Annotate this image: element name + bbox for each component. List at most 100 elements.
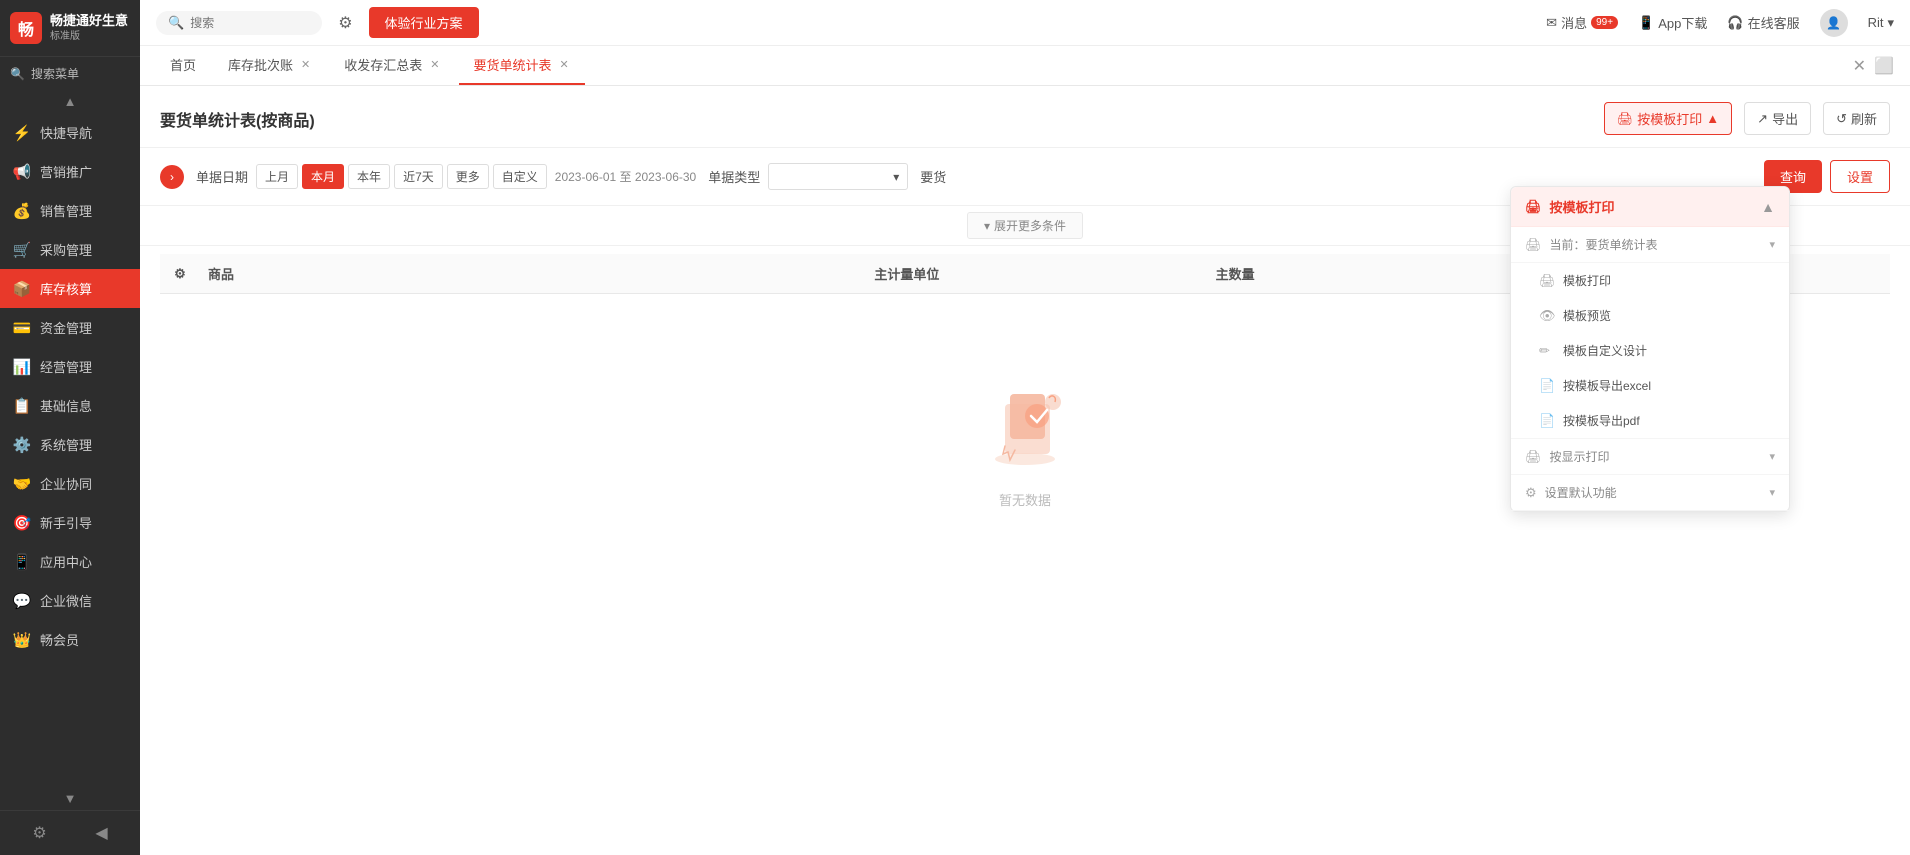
sidebar-item-label: 销售管理	[40, 201, 92, 220]
tab-order-stats-label: 要货单统计表	[473, 55, 551, 74]
template-print-item[interactable]: 🖨 模板打印	[1511, 263, 1789, 298]
username-text: Rit	[1868, 15, 1884, 30]
page-header: 要货单统计表(按商品) 🖨 按模板打印 ▲ ↗ 导出 ↺ 刷新	[140, 86, 1910, 148]
avatar[interactable]: 👤	[1820, 9, 1848, 37]
sidebar-bottom: ⚙ ◀	[0, 810, 140, 855]
print-icon: 🖨	[1525, 199, 1542, 215]
chevron-up-icon: ▲	[1706, 111, 1719, 126]
system-icon: ⚙️	[12, 436, 32, 454]
setup-button[interactable]: 设置	[1830, 160, 1890, 193]
app-download-button[interactable]: 📱 App下载	[1638, 13, 1707, 32]
sidebar-item-label: 企业协同	[40, 474, 92, 493]
sidebar-item-marketing[interactable]: 📢 营销推广	[0, 152, 140, 191]
tab-order-stats[interactable]: 要货单统计表 ✕	[459, 46, 584, 85]
app-download-label: App下载	[1658, 13, 1707, 32]
window-maximize-button[interactable]: ⬜	[1874, 56, 1894, 76]
online-service-button[interactable]: 🎧 在线客服	[1727, 13, 1799, 32]
topbar-settings-icon[interactable]: ⚙	[334, 9, 356, 37]
avatar-icon: 👤	[1826, 16, 1841, 30]
tab-order-stats-close[interactable]: ✕	[558, 57, 571, 72]
template-design-item[interactable]: ✏ 模板自定义设计	[1511, 333, 1789, 368]
template-preview-item[interactable]: 👁 模板预览	[1511, 298, 1789, 333]
sidebar-item-label: 快捷导航	[40, 123, 92, 142]
topbar-search-box[interactable]: 🔍	[156, 11, 322, 35]
sidebar-item-guide[interactable]: 🎯 新手引导	[0, 503, 140, 542]
sidebar-item-system[interactable]: ⚙️ 系统管理	[0, 425, 140, 464]
search-input[interactable]	[190, 16, 310, 30]
sidebar-item-finance[interactable]: 💳 资金管理	[0, 308, 140, 347]
dropdown-close-button[interactable]: ▲	[1761, 199, 1775, 215]
chevron-down-icon: ▾	[893, 170, 899, 184]
window-close-button[interactable]: ✕	[1853, 56, 1866, 76]
excel-icon: 📄	[1539, 378, 1555, 394]
chevron-down-icon: ▾	[984, 219, 990, 233]
more-date-button[interactable]: 更多	[447, 164, 489, 189]
current-template-label: 当前：要货单统计表	[1550, 236, 1658, 253]
sidebar-settings-button[interactable]: ⚙	[24, 819, 54, 847]
sidebar-item-quick-nav[interactable]: ⚡ 快捷导航	[0, 113, 140, 152]
default-func-button[interactable]: ⚙ 设置默认功能 ▾	[1511, 475, 1789, 510]
sidebar-collapse-button[interactable]: ◀	[87, 819, 115, 847]
quick-nav-icon: ⚡	[12, 124, 32, 142]
enterprise-icon: 🤝	[12, 475, 32, 493]
export-button[interactable]: ↗ 导出	[1744, 102, 1811, 135]
template-export-pdf-item[interactable]: 📄 按模板导出pdf	[1511, 403, 1789, 438]
tab-home[interactable]: 首页	[156, 46, 210, 85]
current-month-button[interactable]: 本月	[302, 164, 344, 189]
sidebar-item-sales[interactable]: 💰 销售管理	[0, 191, 140, 230]
edit-icon: ✏	[1539, 343, 1555, 359]
template-print-label: 模板打印	[1563, 272, 1611, 289]
sidebar-item-member[interactable]: 👑 畅会员	[0, 620, 140, 659]
settings-icon: ⚙	[1525, 485, 1537, 501]
custom-date-button[interactable]: 自定义	[493, 164, 547, 189]
content-area: 要货单统计表(按商品) 🖨 按模板打印 ▲ ↗ 导出 ↺ 刷新	[140, 86, 1910, 855]
type-select-dropdown[interactable]: ▾	[768, 163, 908, 190]
guide-icon: 🎯	[12, 514, 32, 532]
sidebar-item-basic[interactable]: 📋 基础信息	[0, 386, 140, 425]
tab-batch-account[interactable]: 库存批次账 ✕	[214, 46, 326, 85]
expand-more-button[interactable]: ▾ 展开更多条件	[967, 212, 1083, 239]
sidebar-item-appstore[interactable]: 📱 应用中心	[0, 542, 140, 581]
tab-receipt-summary-close[interactable]: ✕	[428, 57, 441, 72]
this-year-button[interactable]: 本年	[348, 164, 390, 189]
th-settings[interactable]: ⚙	[160, 266, 200, 282]
last-7-days-button[interactable]: 近7天	[394, 164, 443, 189]
sidebar-item-label: 企业微信	[40, 591, 92, 610]
print-btn-label: 按模板打印	[1637, 109, 1702, 128]
page-title: 要货单统计表(按商品)	[160, 107, 315, 131]
sidebar-item-inventory[interactable]: 📦 库存核算	[0, 269, 140, 308]
print-template-button[interactable]: 🖨 按模板打印 ▲	[1604, 102, 1732, 135]
tab-batch-account-close[interactable]: ✕	[299, 57, 312, 72]
headset-icon: 🎧	[1727, 15, 1743, 31]
refresh-button[interactable]: ↺ 刷新	[1823, 102, 1890, 135]
inventory-icon: 📦	[12, 280, 32, 298]
sidebar-item-purchase[interactable]: 🛒 采购管理	[0, 230, 140, 269]
app-logo-icon: 畅	[10, 12, 42, 44]
current-template-button[interactable]: 🖨 当前：要货单统计表 ▾	[1511, 227, 1789, 262]
appstore-icon: 📱	[12, 553, 32, 571]
app-logo-text: 畅捷通好生意 标准版	[50, 12, 128, 44]
date-buttons: 上月 本月 本年 近7天 更多 自定义	[256, 164, 547, 189]
sidebar-item-wechat[interactable]: 💬 企业微信	[0, 581, 140, 620]
last-month-button[interactable]: 上月	[256, 164, 298, 189]
sidebar-scroll-up[interactable]: ▲	[0, 90, 140, 113]
print-dropdown-menu: 🖨 按模板打印 ▲ 🖨 当前：要货单统计表 ▾ 🖨	[1510, 186, 1790, 512]
app-title: 畅捷通好生意	[50, 12, 128, 30]
sidebar-item-operation[interactable]: 📊 经营管理	[0, 347, 140, 386]
date-filter: 单据日期 上月 本月 本年 近7天 更多 自定义 2023-06-01 至 20…	[196, 164, 696, 189]
filter-expand-button[interactable]: ›	[160, 165, 184, 189]
sidebar-scroll-down[interactable]: ▼	[0, 787, 140, 810]
industry-solution-button[interactable]: 体验行业方案	[369, 7, 479, 38]
display-print-button[interactable]: 🖨 按显示打印 ▾	[1511, 439, 1789, 474]
sidebar-item-label: 库存核算	[40, 279, 92, 298]
message-button[interactable]: ✉ 消息 99+	[1546, 13, 1618, 32]
eye-icon: 👁	[1539, 308, 1555, 324]
username-label[interactable]: Rit ▾	[1868, 15, 1894, 31]
message-badge: 99+	[1591, 16, 1618, 29]
sidebar-item-enterprise[interactable]: 🤝 企业协同	[0, 464, 140, 503]
sidebar-nav: ⚡ 快捷导航 📢 营销推广 💰 销售管理 🛒 采购管理 📦 库存核算 💳 资金管…	[0, 113, 140, 787]
template-export-excel-item[interactable]: 📄 按模板导出excel	[1511, 368, 1789, 403]
sidebar-search[interactable]: 🔍 搜索菜单	[0, 57, 140, 90]
tab-receipt-summary[interactable]: 收发存汇总表 ✕	[330, 46, 455, 85]
type-filter-label: 单据类型	[708, 167, 760, 186]
